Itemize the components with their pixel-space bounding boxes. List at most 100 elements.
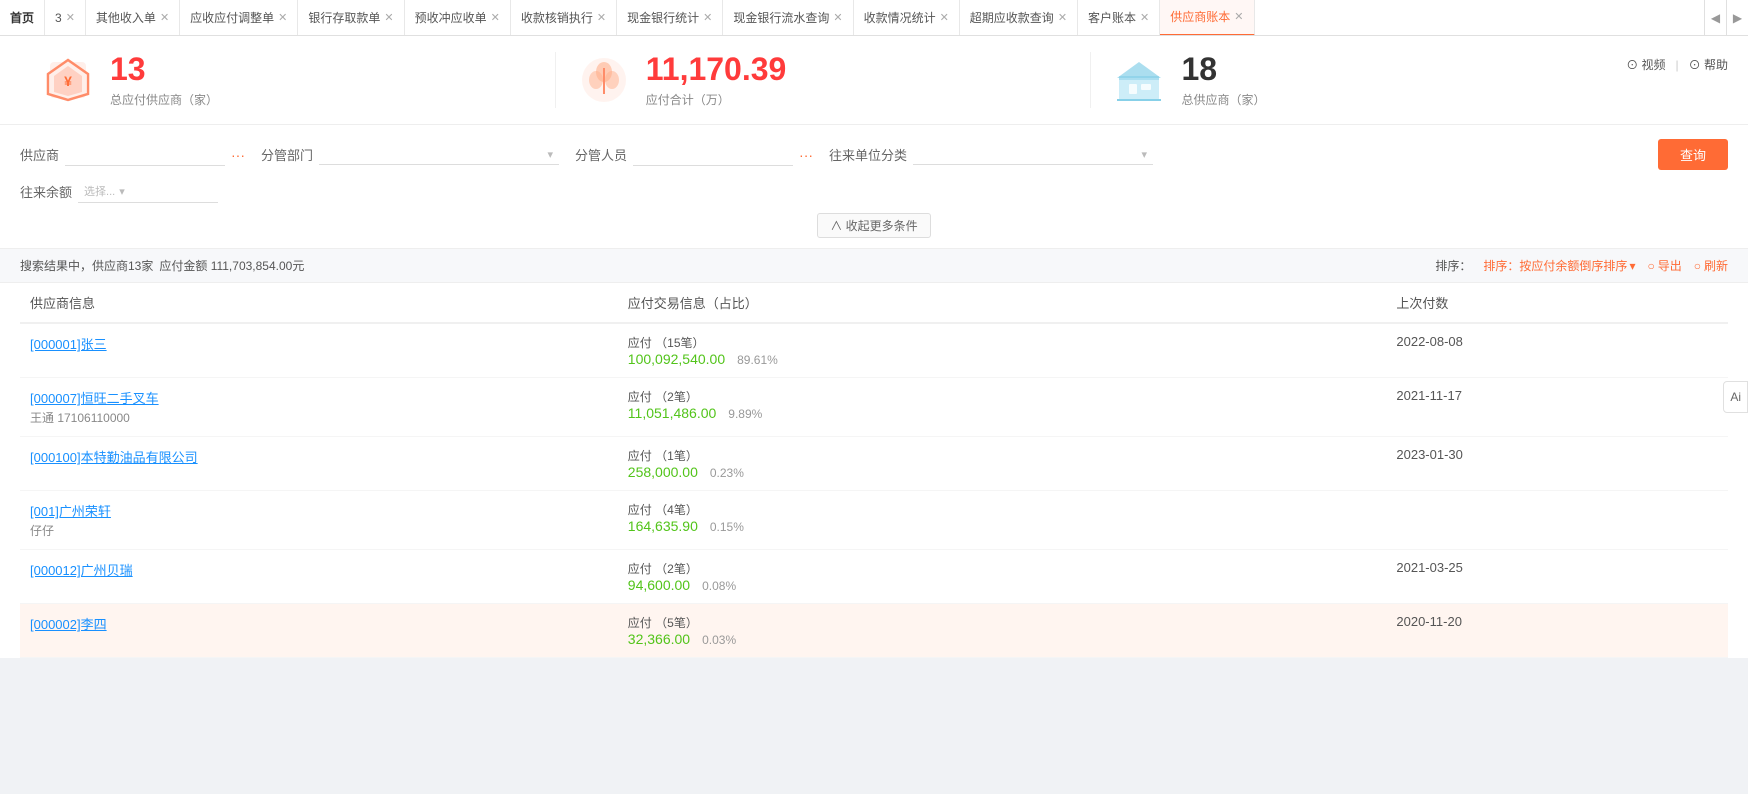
sort-label: 排序： [1435,257,1471,274]
nav-tab-overdue-ar-close[interactable]: ✕ [1058,11,1067,24]
col-last-payment: 上次付数 [1386,283,1728,323]
tx-cell-1: 应付 （2笔）11,051,486.009.89% [618,378,1387,437]
tx-label-count: 应付 （15笔） [628,334,1377,351]
nav-tab-bank-deposit-close[interactable]: ✕ [384,11,393,24]
supplier-dots[interactable]: ··· [231,147,245,163]
nav-tab-cash-bank-stat-close[interactable]: ✕ [703,11,712,24]
nav-tab-3[interactable]: 3 ✕ [45,0,86,36]
supplier-cell-1: [000007]恒旺二手叉车王通 17106110000 [20,378,618,437]
nav-tab-other-income[interactable]: 其他收入单 ✕ [86,0,180,36]
nav-next-arrow[interactable]: ▶ [1726,0,1748,36]
supplier-input[interactable] [65,144,225,166]
nav-tab-3-label: 3 [55,11,62,25]
tx-count: （2笔） [652,562,698,576]
nav-tab-other-income-close[interactable]: ✕ [160,11,169,24]
nav-tab-pre-receive[interactable]: 预收冲应收单 ✕ [405,0,511,36]
nav-tab-pre-receive-close[interactable]: ✕ [491,11,500,24]
nav-tab-3-close[interactable]: ✕ [66,11,75,24]
export-button[interactable]: ○ 导出 [1647,257,1681,274]
nav-tab-supplier-book-close[interactable]: ✕ [1234,10,1243,23]
filter-area: 供应商 ··· 分管部门 ▾ 分管人员 ··· 往来单位分类 ▾ 查询 [0,125,1748,249]
supplier-cell-3: [001]广州荣轩仔仔 [20,491,618,550]
result-text-1: 搜索结果中，供应商13家 [20,257,153,274]
tx-count: （1笔） [652,449,698,463]
nav-tab-customer-book-close[interactable]: ✕ [1140,11,1149,24]
tx-label-count: 应付 （2笔） [628,560,1377,577]
tx-label-count: 应付 （1笔） [628,447,1377,464]
tx-amount[interactable]: 11,051,486.00 [628,405,717,421]
nav-arrows: ◀ ▶ [1704,0,1748,36]
table-row: [000001]张三 应付 （15笔）100,092,540.00 89.61% 20… [20,323,1728,378]
tx-amount[interactable]: 258,000.00 [628,464,698,480]
supplier-link[interactable]: [000002]李四 [30,617,107,632]
balance-select[interactable]: 选择... ▾ [78,180,218,203]
tx-amount[interactable]: 100,092,540.00 [628,351,725,367]
nav-tab-customer-book[interactable]: 客户账本 ✕ [1078,0,1160,36]
nav-tab-receipt-stat-label: 收款情况统计 [864,9,936,26]
nav-tab-cash-bank-query-close[interactable]: ✕ [833,11,842,24]
refresh-button[interactable]: ○ 刷新 [1694,257,1728,274]
tx-label: 应付 [628,390,652,404]
video-link[interactable]: ⊙ 视频 [1626,56,1665,73]
stat-block-payable-suppliers: ¥ 13 总应付供应商（家） [20,52,555,108]
last-date-cell-2: 2023-01-30 [1386,437,1728,491]
tx-count: （5笔） [652,616,698,630]
filter-dept: 分管部门 ▾ [261,145,559,165]
nav-prev-arrow[interactable]: ◀ [1704,0,1726,36]
nav-tab-bank-deposit-label: 银行存取款单 [308,9,380,26]
nav-tab-supplier-book[interactable]: 供应商账本 ✕ [1160,0,1254,36]
tx-amount-row: 32,366.000.03% [628,631,1377,647]
supplier-link[interactable]: [000001]张三 [30,337,107,352]
stat-block-total-suppliers: 18 总供应商（家） [1090,52,1626,108]
tx-cell-5: 应付 （5笔）32,366.000.03% [618,604,1387,658]
last-payment-date: 2020-11-20 [1396,614,1462,629]
ai-float-button[interactable]: Ai [1723,381,1748,413]
nav-tab-receipt-stat-close[interactable]: ✕ [940,11,949,24]
nav-tab-ar-ap-adjust-close[interactable]: ✕ [278,11,287,24]
tx-amount[interactable]: 94,600.00 [628,577,690,593]
nav-tab-ar-ap-adjust[interactable]: 应收应付调整单 ✕ [180,0,298,36]
nav-tab-cash-bank-stat[interactable]: 现金银行统计 ✕ [617,0,723,36]
supplier-link[interactable]: [000007]恒旺二手叉车 [30,391,159,406]
tx-cell-0: 应付 （15笔）100,092,540.00 89.61% [618,323,1387,378]
nav-tab-receipt-verify-close[interactable]: ✕ [597,11,606,24]
nav-tab-overdue-ar[interactable]: 超期应收款查询 ✕ [960,0,1078,36]
nav-tab-cash-bank-query[interactable]: 现金银行流水查询 ✕ [723,0,853,36]
help-link[interactable]: ⊙ 帮助 [1689,56,1728,73]
supplier-link[interactable]: [000012]广州贝瑞 [30,563,133,578]
tx-pct: 89.61% [737,353,778,367]
table-wrap: 供应商信息 应付交易信息（占比） 上次付数 [000001]张三应付 （15笔）… [0,283,1748,658]
sort-button[interactable]: 排序：按应付余额倒序排序 ▾ [1483,257,1635,274]
diamond-icon: ¥ [40,52,96,108]
top-right-links: ⊙ 视频 | ⊙ 帮助 [1626,52,1728,73]
collapse-button[interactable]: ∧ 收起更多条件 [817,213,930,238]
tx-cell-3: 应付 （4笔）164,635.900.15% [618,491,1387,550]
supplier-link[interactable]: [001]广州荣轩 [30,504,111,519]
nav-tab-receipt-stat[interactable]: 收款情况统计 ✕ [854,0,960,36]
nav-tab-bank-deposit[interactable]: 银行存取款单 ✕ [298,0,404,36]
tx-amount[interactable]: 164,635.90 [628,518,698,534]
last-date-cell-0: 2022-08-08 [1386,323,1728,378]
tx-label: 应付 [628,503,652,517]
store-icon [1111,52,1167,108]
total-suppliers-number: 18 [1181,52,1265,87]
tx-label: 应付 [628,562,652,576]
tx-amount-row: 11,051,486.009.89% [628,405,1377,421]
person-input[interactable] [633,144,793,166]
dept-select[interactable]: ▾ [319,145,559,165]
last-date-cell-3 [1386,491,1728,550]
person-dots[interactable]: ··· [799,147,813,163]
query-button[interactable]: 查询 [1658,139,1728,170]
nav-tab-pre-receive-label: 预收冲应收单 [415,9,487,26]
top-nav: 首页 3 ✕ 其他收入单 ✕ 应收应付调整单 ✕ 银行存取款单 ✕ 预收冲应收单… [0,0,1748,36]
nav-tab-home[interactable]: 首页 [0,0,45,36]
supplier-link[interactable]: [000100]本特勤油品有限公司 [30,450,198,465]
nav-tab-ar-ap-adjust-label: 应收应付调整单 [190,9,274,26]
nav-tab-overdue-ar-label: 超期应收款查询 [970,9,1054,26]
unit-class-label: 往来单位分类 [829,145,907,164]
stat-info-payable-suppliers: 13 总应付供应商（家） [110,52,218,108]
tx-amount[interactable]: 32,366.00 [628,631,690,647]
unit-class-select[interactable]: ▾ [913,145,1153,165]
nav-tab-home-label: 首页 [10,9,34,26]
nav-tab-receipt-verify[interactable]: 收款核销执行 ✕ [511,0,617,36]
